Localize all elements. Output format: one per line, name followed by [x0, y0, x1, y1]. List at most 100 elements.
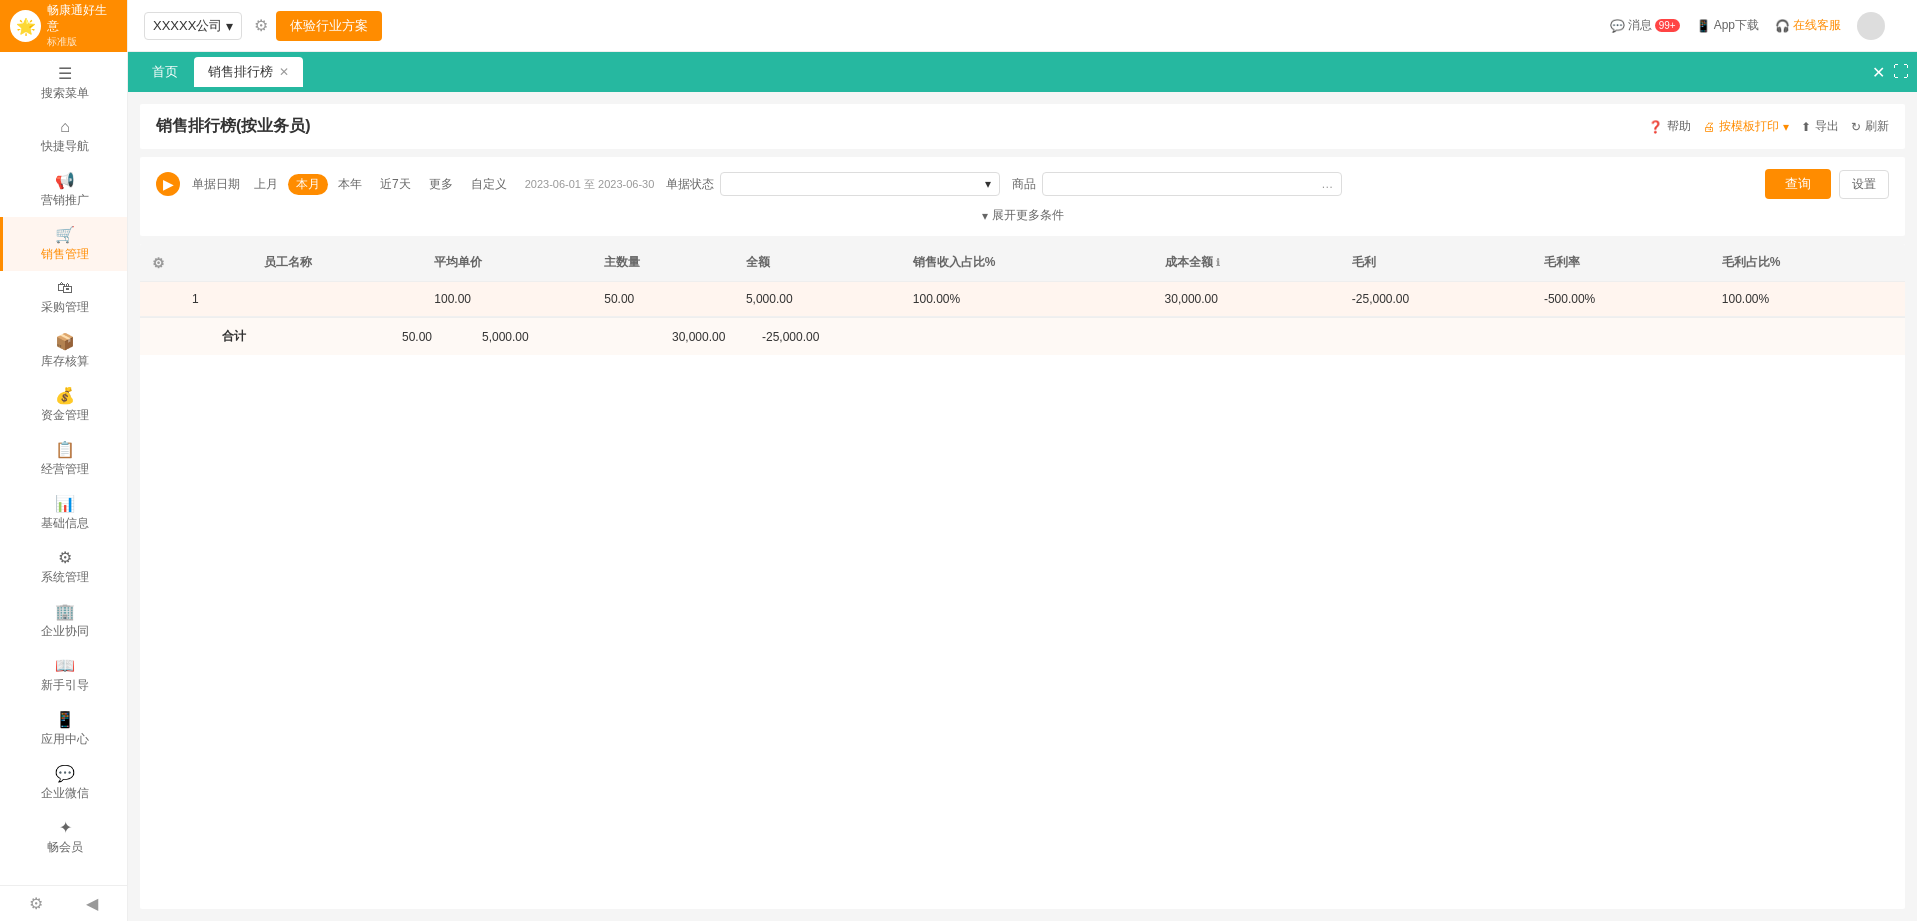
refresh-btn[interactable]: ↻ 刷新	[1851, 118, 1889, 135]
sidebar-label-guide: 新手引导	[41, 677, 89, 694]
help-icon: ❓	[1648, 120, 1663, 134]
sidebar-collapse-icon[interactable]: ◀	[86, 894, 98, 913]
cell-gross-pct-0: 100.00%	[1710, 282, 1905, 317]
settings-icon[interactable]: ⚙	[254, 16, 268, 35]
sidebar-item-member[interactable]: ✦ 畅会员	[0, 810, 127, 864]
sidebar-item-guide[interactable]: 📖 新手引导	[0, 648, 127, 702]
sidebar-icon-operations: 📋	[55, 440, 75, 459]
expand-down-icon: ▾	[982, 209, 988, 223]
cell-rank-0: 1	[180, 282, 252, 317]
refresh-icon: ↻	[1851, 120, 1861, 134]
footer-cost: 30,000.00	[672, 330, 762, 344]
column-settings-icon[interactable]: ⚙	[152, 255, 165, 271]
footer-gross: -25,000.00	[762, 330, 852, 344]
sidebar-logo: 🌟 畅康通好生意 标准版	[0, 0, 127, 52]
col-header-rank	[180, 244, 252, 282]
template-print-btn[interactable]: 🖨 按模板打印 ▾	[1703, 118, 1789, 135]
status-dropdown-icon: ▾	[985, 177, 991, 191]
col-header-cost: 成本全额 ℹ	[1153, 244, 1340, 282]
page-content: 销售排行榜(按业务员) ❓ 帮助 🖨 按模板打印 ▾ ⬆ 导出 ↻ 刷新	[128, 92, 1917, 921]
export-btn[interactable]: ⬆ 导出	[1801, 118, 1839, 135]
date-tab-this-month[interactable]: 本月	[288, 174, 328, 195]
sidebar-label-search-order: 搜索菜单	[41, 85, 89, 102]
message-btn[interactable]: 💬 消息 99+	[1610, 17, 1680, 34]
sidebar-icon-search-order: ☰	[58, 64, 72, 83]
tab-close-icon[interactable]: ✕	[279, 65, 289, 79]
sidebar-item-wechat[interactable]: 💬 企业微信	[0, 756, 127, 810]
tab-minimize-icon[interactable]: ✕	[1872, 63, 1885, 82]
home-tab-label: 首页	[152, 64, 178, 79]
action-buttons: 查询 设置	[1765, 169, 1889, 199]
cell-qty-0: 50.00	[592, 282, 734, 317]
footer-label: 合计	[222, 328, 322, 345]
query-btn[interactable]: 查询	[1765, 169, 1831, 199]
date-tab-custom[interactable]: 自定义	[463, 174, 515, 195]
sidebar-icon-sales-mgmt: 🛒	[55, 225, 75, 244]
online-service-btn[interactable]: 🎧 在线客服	[1775, 17, 1841, 34]
sidebar-item-system[interactable]: ⚙ 系统管理	[0, 540, 127, 594]
sidebar-icon-quick-nav: ⌂	[60, 118, 70, 136]
logo-badge: 标准版	[47, 35, 117, 49]
help-label: 帮助	[1667, 118, 1691, 135]
logo-icon: 🌟	[10, 10, 41, 42]
sidebar-label-marketing: 营销推广	[41, 192, 89, 209]
app-download-btn[interactable]: 📱 App下载	[1696, 17, 1759, 34]
print-icon: 🖨	[1703, 120, 1715, 134]
date-tab-7days[interactable]: 近7天	[372, 174, 419, 195]
col-header-name: 员工名称	[252, 244, 422, 282]
trial-btn[interactable]: 体验行业方案	[276, 11, 382, 41]
date-tabs: 上月 本月 本年 近7天 更多 自定义	[246, 174, 515, 195]
table-area: ⚙ 员工名称 平均单价 主数量 全额 销售收入占比% 成本全额 ℹ 毛利 毛利率…	[140, 244, 1905, 909]
date-range: 2023-06-01 至 2023-06-30	[525, 177, 655, 192]
app-download-label: App下载	[1714, 17, 1759, 34]
col-header-avg-price: 平均单价	[422, 244, 592, 282]
cell-name-0	[252, 282, 422, 317]
sidebar-label-sales-mgmt: 销售管理	[41, 246, 89, 263]
sidebar-item-operations[interactable]: 📋 经营管理	[0, 432, 127, 486]
sidebar-icon-wechat: 💬	[55, 764, 75, 783]
date-filter: 单据日期 上月 本月 本年 近7天 更多 自定义 2023-06-01 至 20…	[192, 174, 654, 195]
sidebar-item-base-info[interactable]: 📊 基础信息	[0, 486, 127, 540]
tab-home[interactable]: 首页	[136, 55, 194, 89]
filter-collapse-btn[interactable]: ▶	[156, 172, 180, 196]
avatar[interactable]	[1857, 12, 1885, 40]
sidebar-item-sales-mgmt[interactable]: 🛒 销售管理	[0, 217, 127, 271]
date-tab-this-year[interactable]: 本年	[330, 174, 370, 195]
sidebar-label-purchase-mgmt: 采购管理	[41, 299, 89, 316]
sidebar-item-app-center[interactable]: 📱 应用中心	[0, 702, 127, 756]
sidebar-item-inventory[interactable]: 📦 库存核算	[0, 324, 127, 378]
sidebar-label-finance: 资金管理	[41, 407, 89, 424]
page-actions: ❓ 帮助 🖨 按模板打印 ▾ ⬆ 导出 ↻ 刷新	[1648, 118, 1889, 135]
message-label: 消息	[1628, 17, 1652, 34]
sidebar-settings-icon[interactable]: ⚙	[29, 894, 43, 913]
goods-select[interactable]: …	[1042, 172, 1342, 196]
tab-sales-ranking[interactable]: 销售排行榜 ✕	[194, 57, 303, 87]
help-btn[interactable]: ❓ 帮助	[1648, 118, 1691, 135]
settings-display-btn[interactable]: 设置	[1839, 170, 1889, 199]
col-header-settings: ⚙	[140, 244, 180, 282]
date-tab-last-month[interactable]: 上月	[246, 174, 286, 195]
sidebar-item-finance[interactable]: 💰 资金管理	[0, 378, 127, 432]
page-title: 销售排行榜(按业务员)	[156, 116, 311, 137]
sidebar-label-wechat: 企业微信	[41, 785, 89, 802]
company-selector[interactable]: XXXXX公司 ▾	[144, 12, 242, 40]
expand-more-label: 展开更多条件	[992, 207, 1064, 224]
tab-fullscreen-icon[interactable]: ⛶	[1893, 63, 1909, 81]
date-tab-more[interactable]: 更多	[421, 174, 461, 195]
sidebar-item-purchase-mgmt[interactable]: 🛍 采购管理	[0, 271, 127, 324]
expand-more-row[interactable]: ▾ 展开更多条件	[156, 207, 1889, 224]
sidebar-icon-base-info: 📊	[55, 494, 75, 513]
sidebar-item-enterprise[interactable]: 🏢 企业协同	[0, 594, 127, 648]
status-select[interactable]: ▾	[720, 172, 1000, 196]
goods-filter-label: 商品	[1012, 176, 1036, 193]
sidebar-item-quick-nav[interactable]: ⌂ 快捷导航	[0, 110, 127, 163]
sidebar-item-search-order[interactable]: ☰ 搜索菜单	[0, 56, 127, 110]
online-service-label: 在线客服	[1793, 17, 1841, 34]
data-table: ⚙ 员工名称 平均单价 主数量 全额 销售收入占比% 成本全额 ℹ 毛利 毛利率…	[140, 244, 1905, 317]
cell-cost-0: 30,000.00	[1153, 282, 1340, 317]
cell-gross-rate-0: -500.00%	[1532, 282, 1710, 317]
export-label: 导出	[1815, 118, 1839, 135]
company-name: XXXXX公司	[153, 17, 222, 35]
cell-amount-0: 5,000.00	[734, 282, 901, 317]
sidebar-item-marketing[interactable]: 📢 营销推广	[0, 163, 127, 217]
